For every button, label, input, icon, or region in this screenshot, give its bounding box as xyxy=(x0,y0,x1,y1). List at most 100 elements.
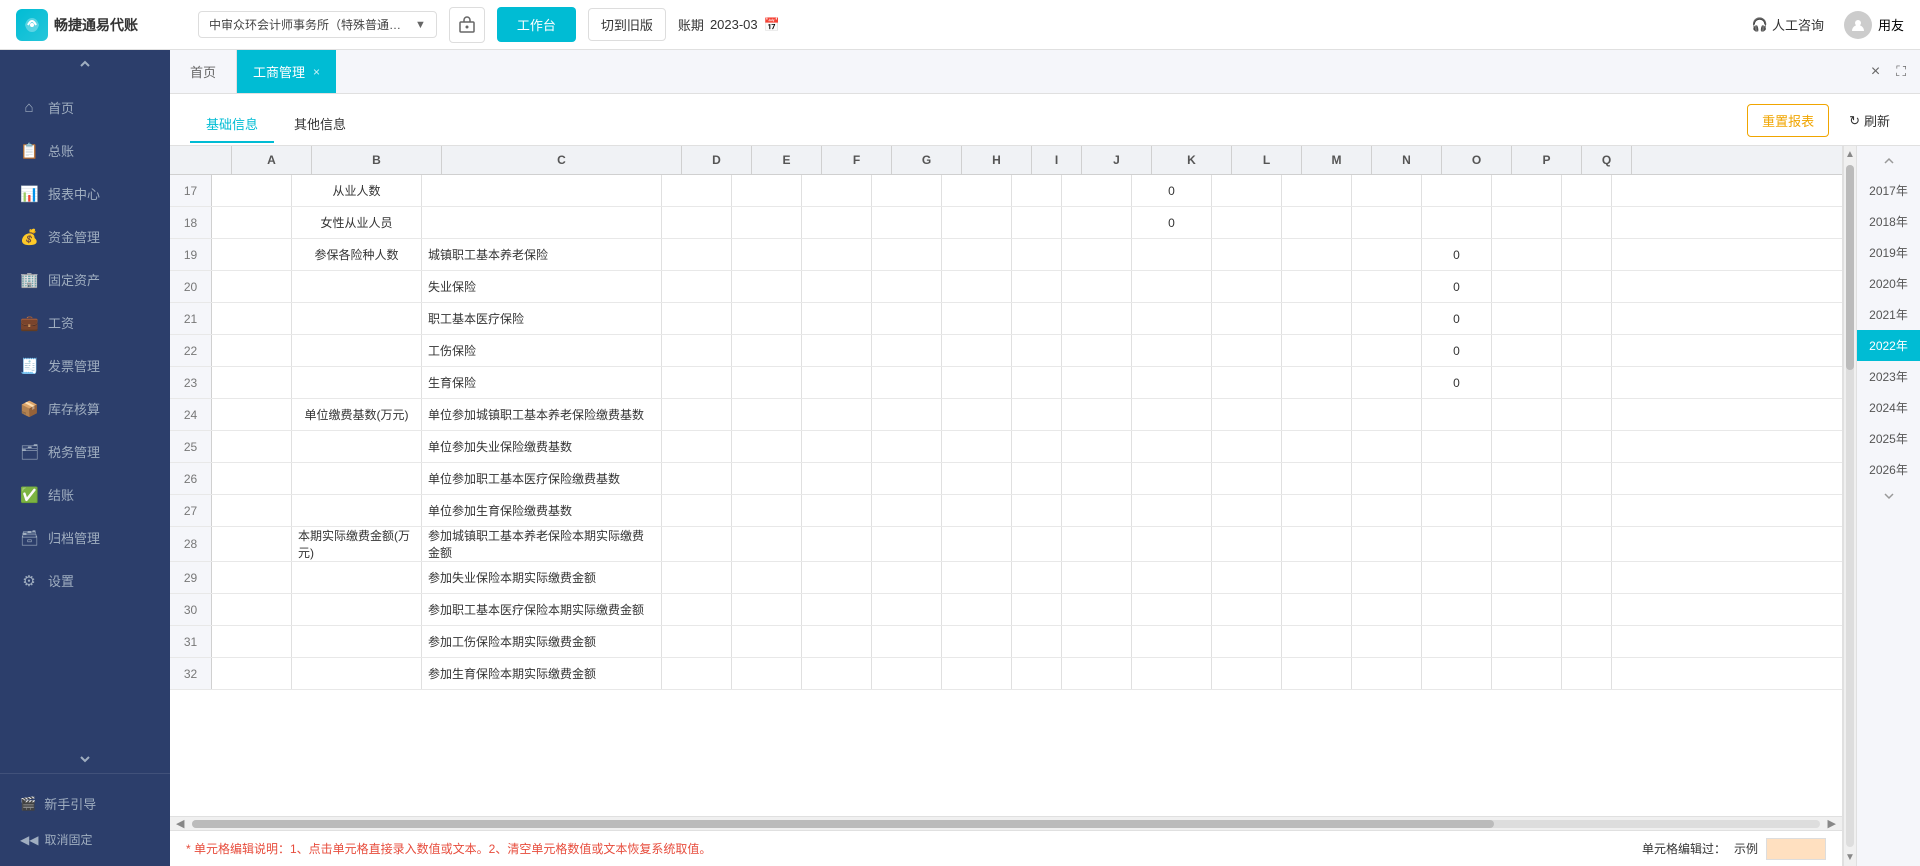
tab-business-management[interactable]: 工商管理 × xyxy=(237,50,336,93)
cell-K19[interactable] xyxy=(1132,239,1212,270)
cell-H26[interactable] xyxy=(942,463,1012,494)
cell-K29[interactable] xyxy=(1132,562,1212,593)
cell-P30[interactable] xyxy=(1492,594,1562,625)
cell-A17[interactable] xyxy=(212,175,292,206)
unpin-button[interactable]: ◀◀ 取消固定 xyxy=(0,823,170,856)
cell-D29[interactable] xyxy=(662,562,732,593)
cell-B22[interactable] xyxy=(292,335,422,366)
cell-A23[interactable] xyxy=(212,367,292,398)
year-item-2024[interactable]: 2024年 xyxy=(1857,392,1920,423)
cell-M32[interactable] xyxy=(1282,658,1352,689)
cell-K25[interactable] xyxy=(1132,431,1212,462)
cell-O29[interactable] xyxy=(1422,562,1492,593)
cell-C17[interactable] xyxy=(422,175,662,206)
cell-O25[interactable] xyxy=(1422,431,1492,462)
cell-C29[interactable]: 参加失业保险本期实际缴费金额 xyxy=(422,562,662,593)
cell-A27[interactable] xyxy=(212,495,292,526)
cell-Q31[interactable] xyxy=(1562,626,1612,657)
year-item-2018[interactable]: 2018年 xyxy=(1857,206,1920,237)
cell-P19[interactable] xyxy=(1492,239,1562,270)
cell-F28[interactable] xyxy=(802,527,872,561)
cell-J29[interactable] xyxy=(1062,562,1132,593)
cell-Q29[interactable] xyxy=(1562,562,1612,593)
vertical-scrollbar[interactable]: ▲ ▼ xyxy=(1843,146,1856,866)
cell-P24[interactable] xyxy=(1492,399,1562,430)
cell-K21[interactable] xyxy=(1132,303,1212,334)
cell-H28[interactable] xyxy=(942,527,1012,561)
cell-M22[interactable] xyxy=(1282,335,1352,366)
cell-H32[interactable] xyxy=(942,658,1012,689)
cell-H17[interactable] xyxy=(942,175,1012,206)
cell-Q21[interactable] xyxy=(1562,303,1612,334)
cell-P32[interactable] xyxy=(1492,658,1562,689)
cell-A18[interactable] xyxy=(212,207,292,238)
cell-F24[interactable] xyxy=(802,399,872,430)
cell-O31[interactable] xyxy=(1422,626,1492,657)
cell-H21[interactable] xyxy=(942,303,1012,334)
cell-I23[interactable] xyxy=(1012,367,1062,398)
cell-Q27[interactable] xyxy=(1562,495,1612,526)
cell-P20[interactable] xyxy=(1492,271,1562,302)
cell-N19[interactable] xyxy=(1352,239,1422,270)
cell-O28[interactable] xyxy=(1422,527,1492,561)
cell-O18[interactable] xyxy=(1422,207,1492,238)
cell-K27[interactable] xyxy=(1132,495,1212,526)
cell-O21[interactable]: 0 xyxy=(1422,303,1492,334)
cell-D24[interactable] xyxy=(662,399,732,430)
sidebar-item-settings[interactable]: ⚙ 设置 xyxy=(0,559,170,602)
cell-A21[interactable] xyxy=(212,303,292,334)
cell-H25[interactable] xyxy=(942,431,1012,462)
cell-H18[interactable] xyxy=(942,207,1012,238)
cell-K32[interactable] xyxy=(1132,658,1212,689)
cell-N24[interactable] xyxy=(1352,399,1422,430)
cell-G31[interactable] xyxy=(872,626,942,657)
cell-H30[interactable] xyxy=(942,594,1012,625)
cell-M18[interactable] xyxy=(1282,207,1352,238)
cell-I24[interactable] xyxy=(1012,399,1062,430)
cell-K30[interactable] xyxy=(1132,594,1212,625)
cell-A30[interactable] xyxy=(212,594,292,625)
cell-I19[interactable] xyxy=(1012,239,1062,270)
cell-M31[interactable] xyxy=(1282,626,1352,657)
cell-L27[interactable] xyxy=(1212,495,1282,526)
cell-I27[interactable] xyxy=(1012,495,1062,526)
cell-I18[interactable] xyxy=(1012,207,1062,238)
cell-F18[interactable] xyxy=(802,207,872,238)
cell-B32[interactable] xyxy=(292,658,422,689)
cell-G20[interactable] xyxy=(872,271,942,302)
cell-Q32[interactable] xyxy=(1562,658,1612,689)
cell-H19[interactable] xyxy=(942,239,1012,270)
cell-N28[interactable] xyxy=(1352,527,1422,561)
cell-D32[interactable] xyxy=(662,658,732,689)
year-item-2019[interactable]: 2019年 xyxy=(1857,237,1920,268)
cell-I30[interactable] xyxy=(1012,594,1062,625)
cell-K18[interactable]: 0 xyxy=(1132,207,1212,238)
workbench-button[interactable]: 工作台 xyxy=(497,7,576,42)
cell-A32[interactable] xyxy=(212,658,292,689)
cell-G23[interactable] xyxy=(872,367,942,398)
tab-home[interactable]: 首页 xyxy=(170,50,237,93)
cell-E17[interactable] xyxy=(732,175,802,206)
cell-C25[interactable]: 单位参加失业保险缴费基数 xyxy=(422,431,662,462)
cell-J18[interactable] xyxy=(1062,207,1132,238)
cell-I17[interactable] xyxy=(1012,175,1062,206)
sidebar-item-reports[interactable]: 📊 报表中心 xyxy=(0,172,170,215)
cell-K23[interactable] xyxy=(1132,367,1212,398)
year-nav-up-button[interactable] xyxy=(1878,150,1900,175)
refresh-button[interactable]: ↻ 刷新 xyxy=(1839,104,1900,137)
cell-D21[interactable] xyxy=(662,303,732,334)
cell-L23[interactable] xyxy=(1212,367,1282,398)
cell-P31[interactable] xyxy=(1492,626,1562,657)
horizontal-scrollbar[interactable]: ◀ ▶ xyxy=(170,816,1842,830)
cell-A31[interactable] xyxy=(212,626,292,657)
cell-O20[interactable]: 0 xyxy=(1422,271,1492,302)
cell-L30[interactable] xyxy=(1212,594,1282,625)
cell-J19[interactable] xyxy=(1062,239,1132,270)
cell-C28[interactable]: 参加城镇职工基本养老保险本期实际缴费金额 xyxy=(422,527,662,561)
cell-C22[interactable]: 工伤保险 xyxy=(422,335,662,366)
cell-D27[interactable] xyxy=(662,495,732,526)
cell-M29[interactable] xyxy=(1282,562,1352,593)
cell-Q17[interactable] xyxy=(1562,175,1612,206)
cell-A26[interactable] xyxy=(212,463,292,494)
cell-D26[interactable] xyxy=(662,463,732,494)
